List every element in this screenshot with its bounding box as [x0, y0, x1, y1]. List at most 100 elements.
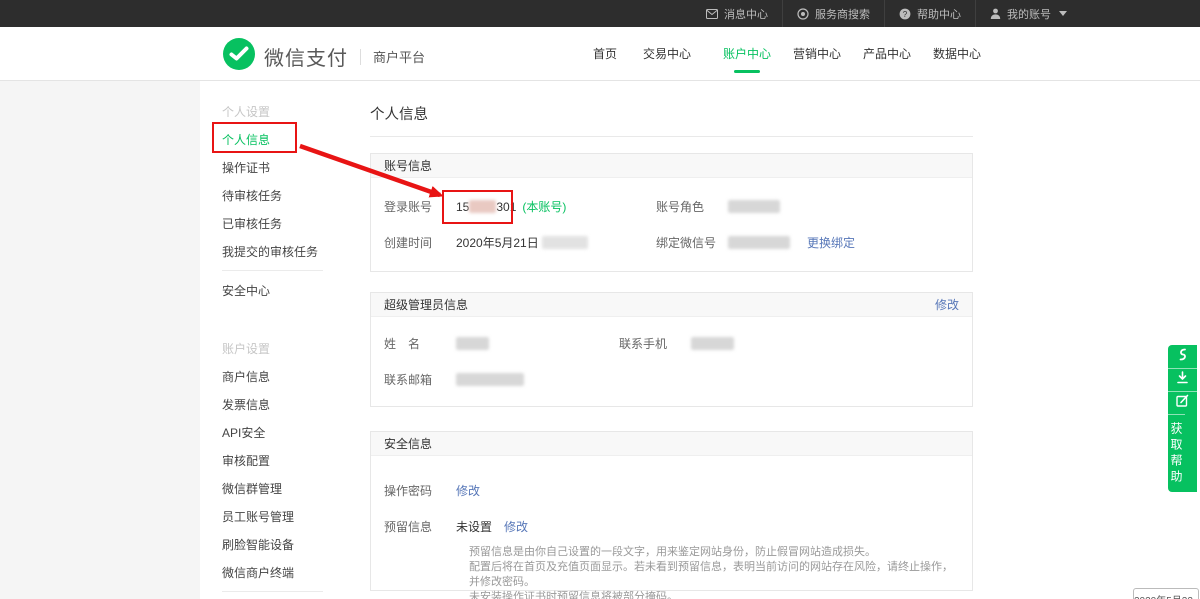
redacted-email [456, 373, 524, 386]
super-admin-card-title: 超级管理员信息 [384, 296, 468, 313]
security-info-card-title: 安全信息 [384, 435, 432, 452]
nav-data-center[interactable]: 数据中心 [933, 27, 981, 81]
sidebar-item-wechat-group-management[interactable]: 微信群管理 [222, 474, 345, 502]
contact-phone-label: 联系手机 [619, 335, 691, 352]
security-info-card: 安全信息 操作密码 修改 预留信息 未设置 修改 预留信息是由你自己设置的一段文… [370, 431, 973, 591]
help-center-label: 帮助中心 [917, 6, 961, 22]
sidebar-section-personal-settings: 个人设置 [222, 97, 345, 125]
sidebar-item-review-config[interactable]: 审核配置 [222, 446, 345, 474]
redacted-phone [691, 337, 734, 350]
download-button[interactable] [1168, 368, 1197, 391]
message-center-label: 消息中心 [724, 6, 768, 22]
sidebar-item-invoice-info[interactable]: 发票信息 [222, 390, 345, 418]
edit-icon [1176, 394, 1189, 412]
wechat-pay-logo-icon [222, 37, 256, 76]
redacted-login-middle [469, 200, 496, 213]
bound-wechat-label: 绑定微信号 [656, 234, 728, 251]
login-account-value: 15301 [456, 200, 516, 214]
page-title: 个人信息 [370, 103, 973, 124]
contact-email-label: 联系邮箱 [384, 371, 456, 388]
sidebar-item-face-smart-devices[interactable]: 刷脸智能设备 [222, 530, 345, 558]
reserved-info-label: 预留信息 [384, 518, 456, 535]
service-provider-search-link[interactable]: 服务商搜索 [783, 0, 884, 27]
brand[interactable]: 微信支付 商户平台 [222, 37, 425, 76]
sidebar-item-pending-review-tasks[interactable]: 待审核任务 [222, 181, 345, 209]
my-account-menu[interactable]: 我的账号 [976, 0, 1081, 27]
sidebar-item-staff-account-management[interactable]: 员工账号管理 [222, 502, 345, 530]
sidebar-item-operation-certificate[interactable]: 操作证书 [222, 153, 345, 181]
edit-password-link[interactable]: 修改 [456, 482, 480, 499]
sidebar-item-wechat-merchant-terminal[interactable]: 微信商户终端 [222, 558, 345, 586]
left-gutter [0, 81, 200, 599]
created-time-label: 创建时间 [384, 234, 456, 251]
edit-reserved-info-link[interactable]: 修改 [504, 518, 528, 535]
reserved-info-value: 未设置 [456, 518, 492, 535]
security-row-password: 操作密码 修改 [384, 482, 959, 499]
created-time-value: 2020年5月21日 [456, 234, 539, 251]
service-provider-search-label: 服务商搜索 [815, 6, 870, 22]
brand-portal-label: 商户平台 [373, 47, 425, 66]
super-admin-card: 超级管理员信息 修改 姓 名 联系手机 联系邮箱 [370, 292, 973, 407]
feedback-button[interactable] [1168, 391, 1197, 414]
brand-divider [360, 49, 361, 65]
download-icon [1176, 371, 1189, 389]
redacted-name [456, 337, 489, 350]
envelope-icon [706, 9, 718, 19]
redacted-created-time [542, 236, 588, 249]
sidebar-divider [222, 270, 323, 271]
link-icon [1176, 347, 1189, 367]
floating-help-panel: 获取帮助 [1168, 345, 1197, 492]
change-binding-link[interactable]: 更换绑定 [807, 234, 855, 251]
sidebar-item-my-submitted-tasks[interactable]: 我提交的审核任务 [222, 237, 345, 265]
message-center-link[interactable]: 消息中心 [692, 0, 782, 27]
note-line: 预留信息是由你自己设置的一段文字，用来鉴定网站身份，防止假冒网站造成损失。 [469, 545, 959, 560]
account-row-1: 登录账号 15301 (本账号) 账号角色 [384, 198, 959, 215]
nav-product-center[interactable]: 产品中心 [863, 27, 911, 81]
login-account-label: 登录账号 [384, 198, 456, 215]
date-tooltip: 2020年5月22日 [1133, 588, 1199, 599]
redacted-bound-wechat [728, 236, 790, 249]
account-row-2: 创建时间 2020年5月21日 绑定微信号 更换绑定 [384, 234, 959, 251]
admin-row-2: 联系邮箱 [384, 371, 959, 388]
note-line: 配置后将在首页及充值页面显示。若未看到预留信息，表明当前访问的网站存在风险，请终… [469, 560, 959, 590]
account-role-label: 账号角色 [656, 198, 728, 215]
svg-text:?: ? [903, 9, 908, 18]
nav-account-center[interactable]: 账户中心 [723, 27, 771, 81]
wechat-pay-merchant-page: 消息中心 服务商搜索 ? 帮助中心 我的账号 [0, 0, 1200, 599]
admin-row-1: 姓 名 联系手机 [384, 335, 959, 352]
sidebar-item-reviewed-tasks[interactable]: 已审核任务 [222, 209, 345, 237]
nav-transaction-center[interactable]: 交易中心 [643, 27, 691, 81]
sidebar-item-merchant-info[interactable]: 商户信息 [222, 362, 345, 390]
help-center-link[interactable]: ? 帮助中心 [885, 0, 975, 27]
note-line: 未安装操作证书时预留信息将被部分掩码。 [469, 590, 959, 599]
search-icon [797, 8, 809, 20]
brand-name: 微信支付 [264, 42, 348, 71]
sidebar-item-personal-info[interactable]: 个人信息 [222, 125, 345, 153]
redacted-account-role [728, 200, 780, 213]
user-icon [990, 8, 1001, 19]
sidebar: 个人设置 个人信息 操作证书 待审核任务 已审核任务 我提交的审核任务 安全中心… [200, 81, 345, 599]
current-account-tag: (本账号) [522, 198, 566, 215]
sidebar-item-api-security[interactable]: API安全 [222, 418, 345, 446]
account-info-card: 账号信息 登录账号 15301 (本账号) 账号角色 [370, 153, 973, 272]
my-account-label: 我的账号 [1007, 6, 1051, 22]
sidebar-section-account-settings: 账户设置 [222, 334, 345, 362]
name-label: 姓 名 [384, 335, 456, 352]
reserved-info-notes: 预留信息是由你自己设置的一段文字，用来鉴定网站身份，防止假冒网站造成损失。 配置… [469, 545, 959, 599]
main-content: 个人信息 账号信息 登录账号 15301 (本账号) 账号角色 [370, 81, 973, 591]
chevron-down-icon [1059, 11, 1067, 16]
top-utility-bar: 消息中心 服务商搜索 ? 帮助中心 我的账号 [0, 0, 1200, 27]
title-rule [370, 136, 973, 137]
get-help-button[interactable]: 获取帮助 [1168, 414, 1185, 492]
sidebar-item-security-center[interactable]: 安全中心 [222, 276, 345, 304]
account-info-card-title: 账号信息 [384, 157, 432, 174]
site-header: 微信支付 商户平台 首页 交易中心 账户中心 营销中心 产品中心 数据中心 [0, 27, 1200, 81]
operation-password-label: 操作密码 [384, 482, 456, 499]
security-row-reserved: 预留信息 未设置 修改 [384, 518, 959, 535]
nav-home[interactable]: 首页 [593, 27, 617, 81]
help-icon: ? [899, 8, 911, 20]
sidebar-divider [222, 591, 323, 592]
nav-marketing-center[interactable]: 营销中心 [793, 27, 841, 81]
edit-admin-link[interactable]: 修改 [935, 296, 959, 313]
quick-link-button[interactable] [1168, 345, 1197, 368]
